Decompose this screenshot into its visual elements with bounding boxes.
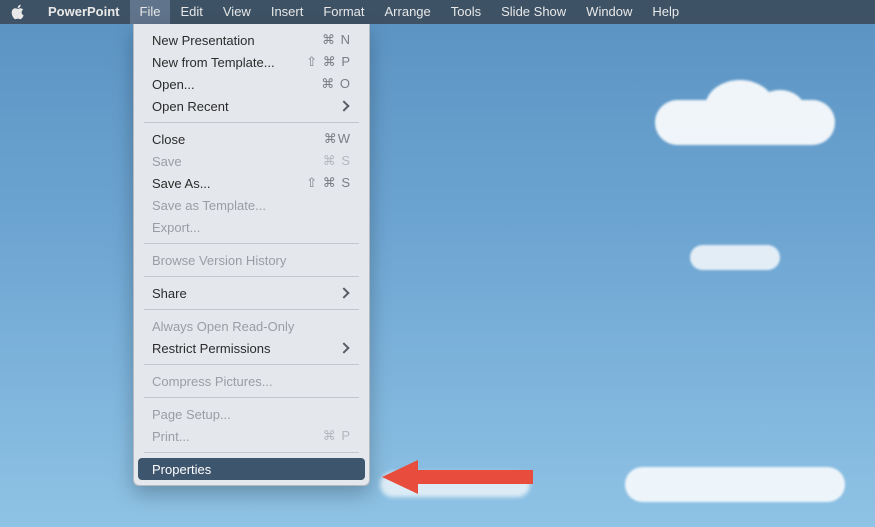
chevron-right-icon <box>338 342 349 353</box>
menubar-appname[interactable]: PowerPoint <box>38 0 130 24</box>
menu-item-properties[interactable]: Properties <box>138 458 365 480</box>
menubar-item-window[interactable]: Window <box>576 0 642 24</box>
annotation-arrow <box>382 460 533 494</box>
menu-item-label: Save as Template... <box>152 198 266 213</box>
menu-item-browse-version-history: Browse Version History <box>138 249 365 271</box>
menu-item-label: Close <box>152 132 185 147</box>
menu-item-label: Print... <box>152 429 190 444</box>
menu-separator <box>144 243 359 244</box>
chevron-right-icon <box>338 100 349 111</box>
menu-item-label: Open Recent <box>152 99 229 114</box>
menubar-item-help[interactable]: Help <box>642 0 689 24</box>
menu-item-label: Restrict Permissions <box>152 341 270 356</box>
menu-item-print: Print... ⌘ P <box>138 425 365 447</box>
menu-separator <box>144 309 359 310</box>
menu-shortcut: ⇧ ⌘ P <box>306 54 351 70</box>
menubar-item-insert[interactable]: Insert <box>261 0 314 24</box>
menu-item-save-as[interactable]: Save As... ⇧ ⌘ S <box>138 172 365 194</box>
cloud-decoration <box>625 467 845 502</box>
cloud-decoration <box>690 245 780 270</box>
menubar-item-slide-show[interactable]: Slide Show <box>491 0 576 24</box>
menu-item-label: New from Template... <box>152 55 275 70</box>
menu-item-label: Save As... <box>152 176 211 191</box>
apple-logo-icon[interactable] <box>10 4 26 20</box>
menubar-item-view[interactable]: View <box>213 0 261 24</box>
file-menu-dropdown: New Presentation ⌘ N New from Template... ⇧… <box>133 24 370 486</box>
menu-item-close[interactable]: Close ⌘W <box>138 128 365 150</box>
menu-shortcut: ⌘ P <box>323 428 351 444</box>
menubar: PowerPoint FileEditViewInsertFormatArran… <box>0 0 875 24</box>
menu-separator <box>144 397 359 398</box>
menu-item-always-open-read-only: Always Open Read-Only <box>138 315 365 337</box>
menu-shortcut: ⌘ O <box>321 76 351 92</box>
menubar-item-tools[interactable]: Tools <box>441 0 491 24</box>
menu-item-label: Share <box>152 286 187 301</box>
menu-item-save: Save ⌘ S <box>138 150 365 172</box>
menu-item-restrict-permissions[interactable]: Restrict Permissions <box>138 337 365 359</box>
menu-item-label: Open... <box>152 77 195 92</box>
menu-item-label: Page Setup... <box>152 407 231 422</box>
menubar-item-format[interactable]: Format <box>313 0 374 24</box>
menu-separator <box>144 276 359 277</box>
menu-item-label: Save <box>152 154 182 169</box>
menubar-item-file[interactable]: File <box>130 0 171 24</box>
menu-separator <box>144 452 359 453</box>
menu-item-label: Properties <box>152 462 211 477</box>
menu-item-new-from-template[interactable]: New from Template... ⇧ ⌘ P <box>138 51 365 73</box>
menu-item-open[interactable]: Open... ⌘ O <box>138 73 365 95</box>
menubar-item-edit[interactable]: Edit <box>170 0 212 24</box>
cloud-decoration <box>655 100 835 145</box>
menu-item-label: Browse Version History <box>152 253 286 268</box>
menu-separator <box>144 122 359 123</box>
menu-item-open-recent[interactable]: Open Recent <box>138 95 365 117</box>
menu-item-page-setup: Page Setup... <box>138 403 365 425</box>
menubar-item-arrange[interactable]: Arrange <box>375 0 441 24</box>
menu-shortcut: ⇧ ⌘ S <box>306 175 351 191</box>
menu-separator <box>144 364 359 365</box>
menu-shortcut: ⌘ S <box>323 153 351 169</box>
menu-item-save-as-template: Save as Template... <box>138 194 365 216</box>
menu-item-label: Always Open Read-Only <box>152 319 294 334</box>
menu-item-label: New Presentation <box>152 33 255 48</box>
menu-item-new-presentation[interactable]: New Presentation ⌘ N <box>138 29 365 51</box>
menu-item-label: Export... <box>152 220 200 235</box>
menu-item-export: Export... <box>138 216 365 238</box>
menu-shortcut: ⌘W <box>324 131 351 147</box>
menu-item-compress-pictures: Compress Pictures... <box>138 370 365 392</box>
menu-shortcut: ⌘ N <box>322 32 351 48</box>
chevron-right-icon <box>338 287 349 298</box>
menu-item-share[interactable]: Share <box>138 282 365 304</box>
menu-item-label: Compress Pictures... <box>152 374 273 389</box>
